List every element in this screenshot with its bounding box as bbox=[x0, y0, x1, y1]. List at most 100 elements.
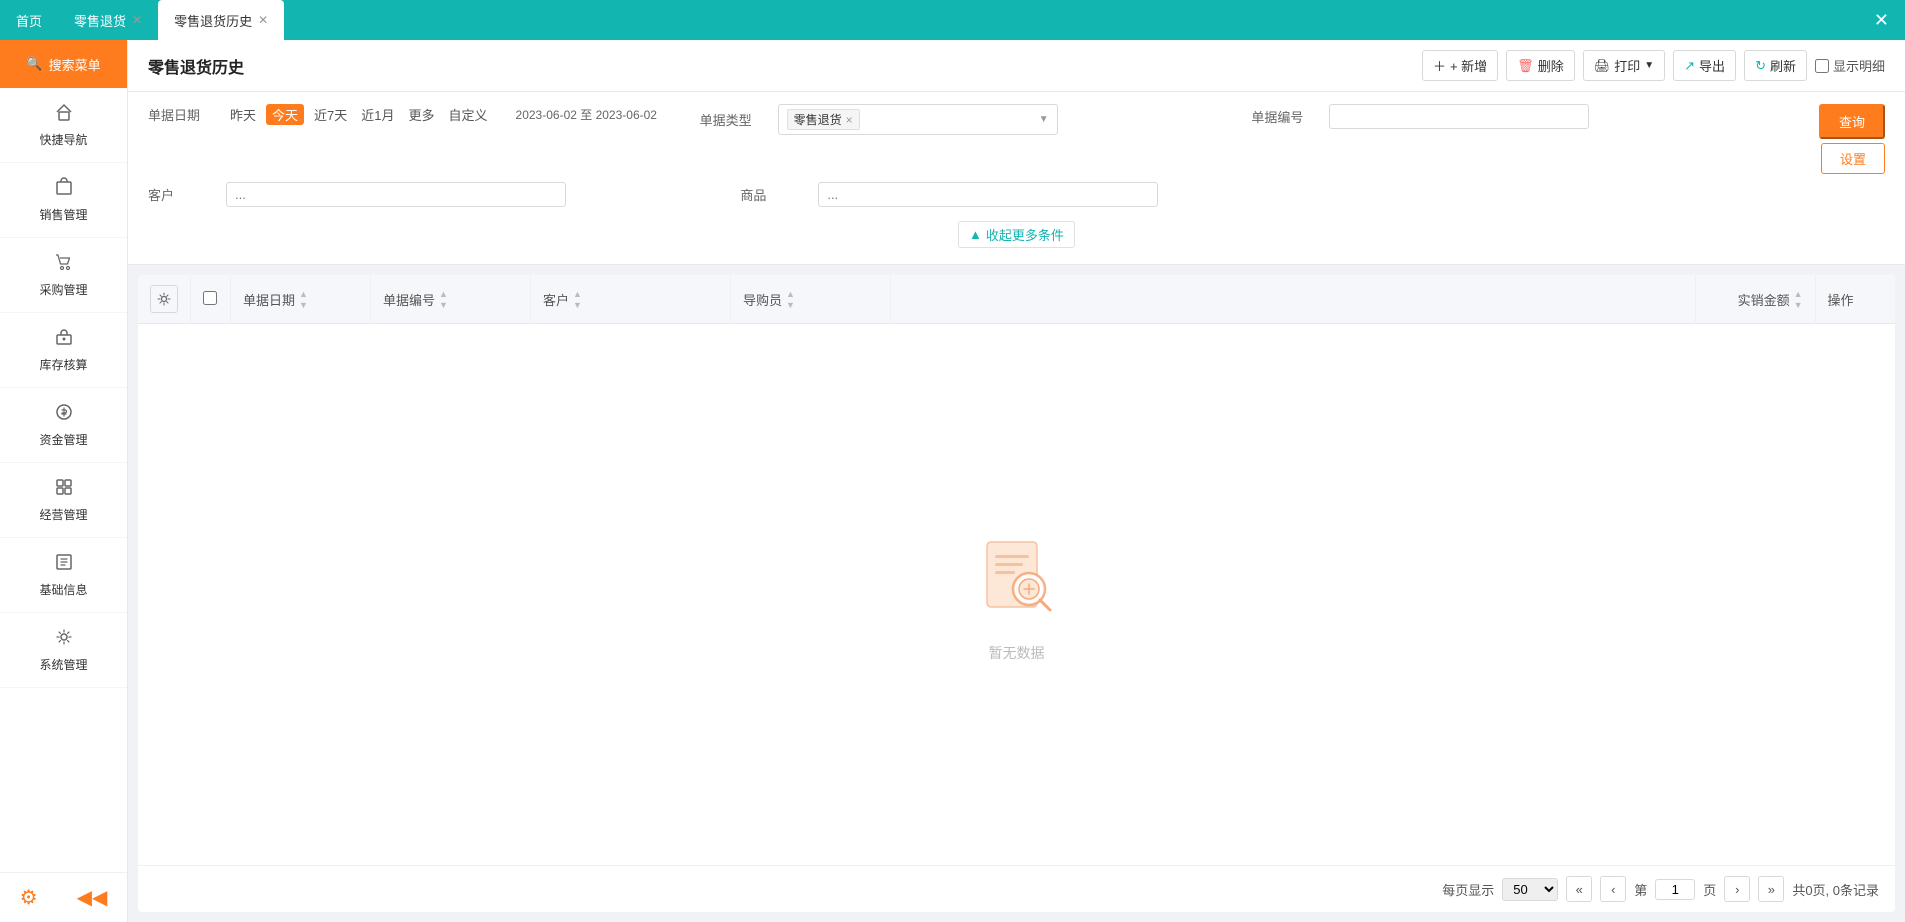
next-page-btn[interactable]: › bbox=[1724, 876, 1750, 902]
bill-type-dropdown-icon: ▼ bbox=[1039, 114, 1049, 125]
sidebar-item-sales[interactable]: 销售管理 bbox=[0, 163, 127, 238]
th-action-label: 操作 bbox=[1828, 293, 1854, 308]
sidebar-item-basic-info-label: 基础信息 bbox=[39, 581, 87, 598]
show-detail-checkbox-wrapper[interactable]: 显示明细 bbox=[1815, 56, 1885, 75]
sidebar-item-purchase[interactable]: 采购管理 bbox=[0, 238, 127, 313]
date-opt-yesterday[interactable]: 昨天 bbox=[226, 104, 260, 125]
sidebar-item-basic-info[interactable]: 基础信息 bbox=[0, 538, 127, 613]
tab-retail-return-history[interactable]: 零售退货历史 ✕ bbox=[158, 0, 284, 40]
th-spacer bbox=[891, 275, 1696, 324]
th-billno-sort-arrows: ▲▼ bbox=[439, 289, 448, 310]
th-billno-label: 单据编号 bbox=[383, 290, 435, 309]
goods-input-wrapper[interactable] bbox=[818, 182, 1158, 207]
total-text: 共0页, 0条记录 bbox=[1792, 880, 1879, 899]
sidebar-item-operations[interactable]: 经营管理 bbox=[0, 463, 127, 538]
customer-input-wrapper[interactable] bbox=[226, 182, 566, 207]
prev-page-btn[interactable]: ‹ bbox=[1600, 876, 1626, 902]
export-label: 导出 bbox=[1699, 56, 1725, 75]
filter-row-2: 客户 商品 bbox=[148, 182, 1885, 207]
filter-row-1: 单据日期 昨天 今天 近7天 近1月 更多 自定义 2023-06-02 至 2… bbox=[148, 104, 1885, 174]
delete-label: 删除 bbox=[1538, 56, 1564, 75]
export-button[interactable]: ↗ 导出 bbox=[1673, 50, 1736, 81]
sidebar-search[interactable]: 🔍 搜索菜单 bbox=[0, 40, 127, 88]
date-opt-1month[interactable]: 近1月 bbox=[357, 104, 398, 125]
page-input[interactable] bbox=[1655, 879, 1695, 900]
window-close-icon[interactable]: ✕ bbox=[1874, 10, 1889, 31]
goods-input[interactable] bbox=[827, 187, 1149, 202]
customer-filter-group: 客户 bbox=[148, 182, 720, 207]
date-filter-label: 单据日期 bbox=[148, 105, 218, 124]
collapse-row: ▲ 收起更多条件 bbox=[148, 215, 1885, 264]
page-title: 零售退货历史 bbox=[148, 54, 244, 78]
pagination: 每页显示 50 10 20 100 « ‹ 第 页 › » 共0页, 0条记录 bbox=[138, 865, 1895, 912]
collapse-button[interactable]: ▲ 收起更多条件 bbox=[958, 221, 1075, 248]
empty-text: 暂无数据 bbox=[989, 643, 1045, 663]
print-button[interactable]: 🖨 打印 ▼ bbox=[1583, 50, 1665, 81]
delete-icon: 🗑 bbox=[1517, 58, 1534, 74]
customer-input[interactable] bbox=[235, 187, 557, 202]
th-amount: 实销金额 ▲▼ bbox=[1695, 275, 1815, 324]
top-bar: 首页 零售退货 ✕ 零售退货历史 ✕ ✕ bbox=[0, 0, 1905, 40]
sidebar-item-operations-label: 经营管理 bbox=[39, 506, 87, 523]
table-container: 单据日期 ▲▼ 单据编号 ▲▼ 客户 bbox=[138, 275, 1895, 912]
bill-type-select[interactable]: 零售退货 × ▼ bbox=[778, 104, 1058, 135]
bill-type-filter-group: 单据类型 零售退货 × ▼ bbox=[700, 104, 1252, 135]
table-setting-icon-btn[interactable] bbox=[150, 285, 178, 313]
date-opt-custom[interactable]: 自定义 bbox=[445, 104, 492, 125]
filter-area: 单据日期 昨天 今天 近7天 近1月 更多 自定义 2023-06-02 至 2… bbox=[128, 92, 1905, 265]
th-date-sort[interactable]: 单据日期 ▲▼ bbox=[243, 289, 358, 310]
th-customer-sort[interactable]: 客户 ▲▼ bbox=[543, 289, 718, 310]
sidebar-item-finance[interactable]: 资金管理 bbox=[0, 388, 127, 463]
th-billno: 单据编号 ▲▼ bbox=[371, 275, 531, 324]
th-guide-sort[interactable]: 导购员 ▲▼ bbox=[743, 289, 878, 310]
th-amount-sort-arrows: ▲▼ bbox=[1794, 289, 1803, 310]
show-detail-label: 显示明细 bbox=[1833, 56, 1885, 75]
tab-retail-return[interactable]: 零售退货 ✕ bbox=[58, 0, 158, 40]
date-opt-7days[interactable]: 近7天 bbox=[310, 104, 351, 125]
last-page-btn[interactable]: » bbox=[1758, 876, 1784, 902]
basic-info-icon bbox=[54, 552, 74, 577]
finance-icon bbox=[54, 402, 74, 427]
customer-label: 客户 bbox=[148, 185, 218, 204]
table-header-row: 单据日期 ▲▼ 单据编号 ▲▼ 客户 bbox=[138, 275, 1895, 324]
purchase-icon bbox=[54, 252, 74, 277]
first-page-btn[interactable]: « bbox=[1566, 876, 1592, 902]
sidebar-item-purchase-label: 采购管理 bbox=[39, 281, 87, 298]
th-billno-sort[interactable]: 单据编号 ▲▼ bbox=[383, 289, 518, 310]
per-page-select[interactable]: 50 10 20 100 bbox=[1502, 878, 1558, 901]
page-header: 零售退货历史 ＋ + 新增 🗑 删除 🖨 打印 ▼ ↗ 导出 bbox=[128, 40, 1905, 92]
th-customer-sort-arrows: ▲▼ bbox=[573, 289, 582, 310]
tab-retail-return-history-close[interactable]: ✕ bbox=[258, 13, 268, 27]
setting-button[interactable]: 设置 bbox=[1821, 143, 1885, 174]
sidebar-item-inventory[interactable]: 库存核算 bbox=[0, 313, 127, 388]
tab-retail-return-close[interactable]: ✕ bbox=[132, 13, 142, 27]
sidebar: 🔍 搜索菜单 快捷导航 销售管理 采购管理 库存核算 bbox=[0, 40, 128, 922]
settings-bottom-icon[interactable]: ⚙ bbox=[20, 885, 38, 910]
show-detail-checkbox[interactable] bbox=[1815, 59, 1829, 73]
empty-illustration bbox=[967, 527, 1067, 627]
add-button[interactable]: ＋ + 新增 bbox=[1422, 50, 1498, 81]
delete-button[interactable]: 🗑 删除 bbox=[1506, 50, 1575, 81]
th-date: 单据日期 ▲▼ bbox=[231, 275, 371, 324]
export-icon: ↗ bbox=[1684, 58, 1695, 74]
query-btn-col: 查询 设置 bbox=[1803, 104, 1885, 174]
date-opt-more[interactable]: 更多 bbox=[405, 104, 439, 125]
main-content: 零售退货历史 ＋ + 新增 🗑 删除 🖨 打印 ▼ ↗ 导出 bbox=[128, 40, 1905, 922]
tab-home[interactable]: 首页 bbox=[0, 0, 58, 40]
add-label: + 新增 bbox=[1450, 56, 1487, 75]
bill-no-input[interactable] bbox=[1329, 104, 1589, 129]
bill-type-tag-remove[interactable]: × bbox=[846, 113, 853, 127]
collapse-icon: ▲ bbox=[969, 227, 982, 242]
date-opt-today[interactable]: 今天 bbox=[266, 104, 304, 125]
refresh-button[interactable]: ↻ 刷新 bbox=[1744, 50, 1807, 81]
bill-type-tag: 零售退货 × bbox=[787, 109, 860, 130]
th-action: 操作 bbox=[1815, 275, 1895, 324]
select-all-checkbox[interactable] bbox=[203, 291, 217, 305]
th-settings bbox=[138, 275, 191, 324]
query-button[interactable]: 查询 bbox=[1819, 104, 1885, 139]
th-amount-sort[interactable]: 实销金额 ▲▼ bbox=[1708, 289, 1803, 310]
top-bar-right: ✕ bbox=[1854, 10, 1905, 31]
sidebar-item-system[interactable]: 系统管理 bbox=[0, 613, 127, 688]
audio-bottom-icon[interactable]: ◀◀ bbox=[77, 885, 108, 910]
sidebar-item-quick-nav[interactable]: 快捷导航 bbox=[0, 88, 127, 163]
